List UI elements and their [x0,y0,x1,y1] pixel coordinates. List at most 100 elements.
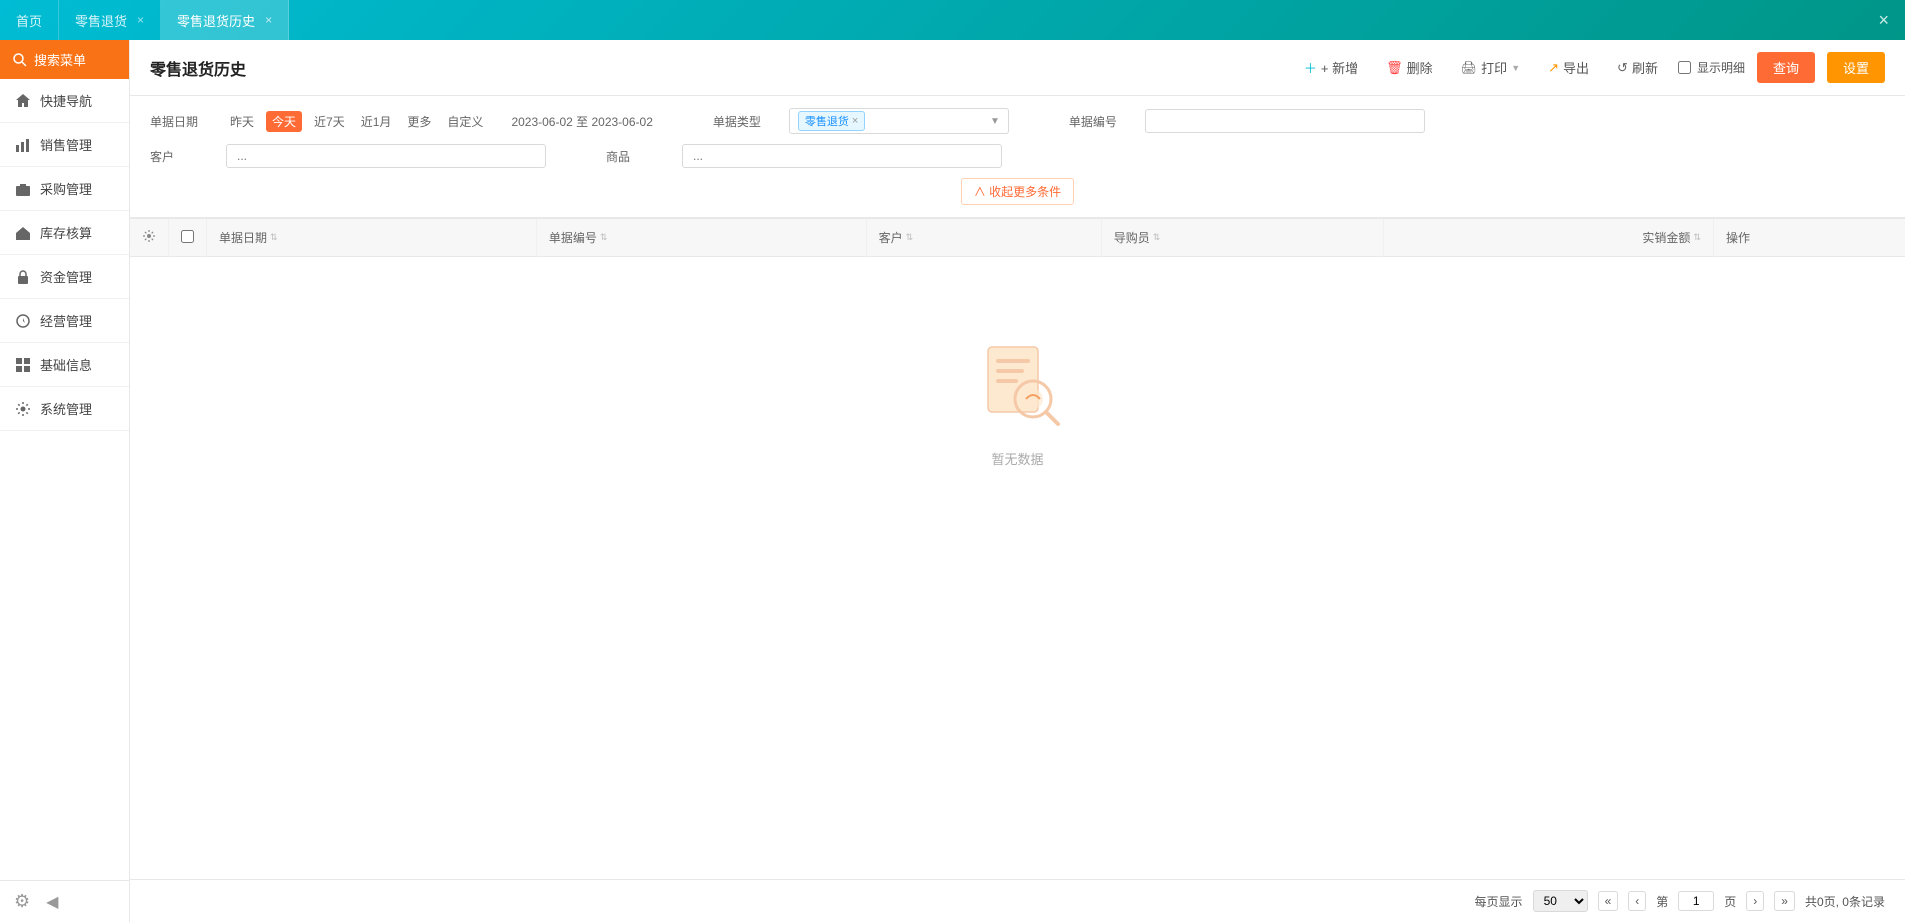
data-table: 单据日期 ⇅ 单据编号 ⇅ 客户 [130,219,1905,548]
content-area: 零售退货历史 ＋ + 新增 🗑 删除 🖨 打印 ▼ ↗ 导出 [130,40,1905,922]
header-actions: ＋ + 新增 🗑 删除 🖨 打印 ▼ ↗ 导出 ↺ [1296,52,1885,83]
collapse-button[interactable]: ∧ 收起更多条件 [961,178,1074,205]
jump-label: 第 [1656,893,1668,910]
print-dropdown-icon: ▼ [1511,63,1520,73]
th-doc-date-label: 单据日期 [219,229,267,246]
th-customer[interactable]: 客户 ⇅ [866,219,1101,257]
sidebar-item-sales[interactable]: 销售管理 [0,123,129,167]
sidebar-settings-icon[interactable]: ⚙ [14,891,30,912]
th-doc-no-label: 单据编号 [549,229,597,246]
sidebar-item-purchase-label: 采购管理 [40,179,92,198]
refresh-icon: ↺ [1617,60,1628,76]
sort-icon-doc-date: ⇅ [270,232,278,243]
first-page-button[interactable]: « [1598,891,1619,911]
query-button[interactable]: 查询 [1757,52,1815,83]
sidebar-search-label: 搜索菜单 [34,50,86,69]
sidebar-item-basic-info[interactable]: 基础信息 [0,343,129,387]
date-opt-more[interactable]: 更多 [403,111,435,132]
sidebar-item-finance[interactable]: 资金管理 [0,255,129,299]
tab-retail-return-history-label: 零售退货历史 [177,11,255,30]
sort-icon-amount: ⇅ [1693,232,1701,243]
sidebar-item-basic-info-label: 基础信息 [40,355,92,374]
date-opt-yesterday[interactable]: 昨天 [226,111,258,132]
doc-type-tag: 零售退货 × [798,111,865,131]
tab-retail-return[interactable]: 零售退货 × [59,0,161,40]
sidebar-item-quick-nav[interactable]: 快捷导航 [0,79,129,123]
date-opt-7days[interactable]: 近7天 [310,111,349,132]
empty-text: 暂无数据 [991,449,1043,468]
total-label: 共0页, 0条记录 [1805,893,1885,910]
sort-icon-guide: ⇅ [1153,232,1161,243]
sidebar-item-purchase[interactable]: 采购管理 [0,167,129,211]
tab-retail-return-close[interactable]: × [137,13,144,27]
th-doc-no[interactable]: 单据编号 ⇅ [536,219,866,257]
table-header-row: 单据日期 ⇅ 单据编号 ⇅ 客户 [130,219,1905,257]
delete-icon: 🗑 [1386,60,1403,76]
doc-type-tag-close[interactable]: × [852,115,858,127]
date-opt-today[interactable]: 今天 [266,111,302,132]
next-page-button[interactable]: › [1746,891,1764,911]
doc-type-label: 单据类型 [713,113,769,130]
sidebar-search[interactable]: 搜索菜单 [0,40,129,79]
home-icon [14,92,32,110]
sidebar-footer: ⚙ ◀ [0,880,129,922]
doc-no-input[interactable] [1145,109,1425,133]
th-amount-label: 实销金额 [1642,229,1690,246]
prev-page-button[interactable]: ‹ [1628,891,1646,911]
refresh-button[interactable]: ↺ 刷新 [1609,54,1666,81]
goods-label: 商品 [606,148,662,165]
th-operation-label: 操作 [1726,231,1750,245]
th-guide[interactable]: 导购员 ⇅ [1101,219,1383,257]
goods-input[interactable] [682,144,1002,168]
select-all-checkbox[interactable] [181,230,194,243]
th-checkbox[interactable] [169,219,207,257]
search-icon [12,52,28,68]
customer-label: 客户 [150,148,206,165]
th-doc-date[interactable]: 单据日期 ⇅ [207,219,537,257]
display-toggle-checkbox[interactable] [1678,61,1691,74]
print-button[interactable]: 🖨 打印 ▼ [1453,54,1528,81]
tab-retail-return-history[interactable]: 零售退货历史 × [161,0,289,40]
sidebar-item-system-label: 系统管理 [40,399,92,418]
customer-input[interactable] [226,144,546,168]
sidebar-item-sales-label: 销售管理 [40,135,92,154]
table-body: 暂无数据 [130,257,1905,549]
tab-home[interactable]: 首页 [0,0,59,40]
sidebar-item-inventory-label: 库存核算 [40,223,92,242]
warehouse-icon [14,224,32,242]
new-button[interactable]: ＋ + 新增 [1296,54,1366,81]
sidebar-item-quick-nav-label: 快捷导航 [40,91,92,110]
doc-type-select[interactable]: 零售退货 × ▼ [789,108,1009,134]
settings-button[interactable]: 设置 [1827,52,1885,83]
sort-icon-customer: ⇅ [906,232,914,243]
th-customer-label: 客户 [879,229,903,246]
doc-type-arrow: ▼ [990,116,1000,127]
last-page-button[interactable]: » [1774,891,1795,911]
sidebar-collapse-icon[interactable]: ◀ [46,892,58,912]
page-size-select[interactable]: 50 100 200 [1533,890,1588,912]
page-header: 零售退货历史 ＋ + 新增 🗑 删除 🖨 打印 ▼ ↗ 导出 [130,40,1905,96]
sidebar-item-operations[interactable]: 经营管理 [0,299,129,343]
page-number-input[interactable] [1678,891,1714,911]
date-opt-custom[interactable]: 自定义 [443,111,487,132]
filter-row-1: 单据日期 昨天 今天 近7天 近1月 更多 自定义 2023-06-02 至 2… [150,108,1885,134]
delete-button[interactable]: 🗑 删除 [1378,54,1441,81]
date-range-display: 2023-06-02 至 2023-06-02 [511,113,652,130]
empty-state: 暂无数据 [130,257,1905,548]
date-opt-1month[interactable]: 近1月 [357,111,396,132]
empty-illustration [968,337,1068,437]
tab-retail-return-history-close[interactable]: × [265,13,272,27]
empty-state-row: 暂无数据 [130,257,1905,549]
tab-home-label: 首页 [16,11,42,30]
window-close-button[interactable]: × [1862,10,1905,31]
print-icon: 🖨 [1461,60,1478,76]
jump-suffix: 页 [1724,893,1736,910]
display-toggle[interactable]: 显示明细 [1678,59,1745,76]
th-amount[interactable]: 实销金额 ⇅ [1384,219,1714,257]
sidebar-item-inventory[interactable]: 库存核算 [0,211,129,255]
th-settings[interactable] [130,219,169,257]
sidebar-item-system[interactable]: 系统管理 [0,387,129,431]
plus-icon: ＋ [1304,58,1317,77]
table-container: 单据日期 ⇅ 单据编号 ⇅ 客户 [130,218,1905,879]
export-button[interactable]: ↗ 导出 [1540,54,1597,81]
